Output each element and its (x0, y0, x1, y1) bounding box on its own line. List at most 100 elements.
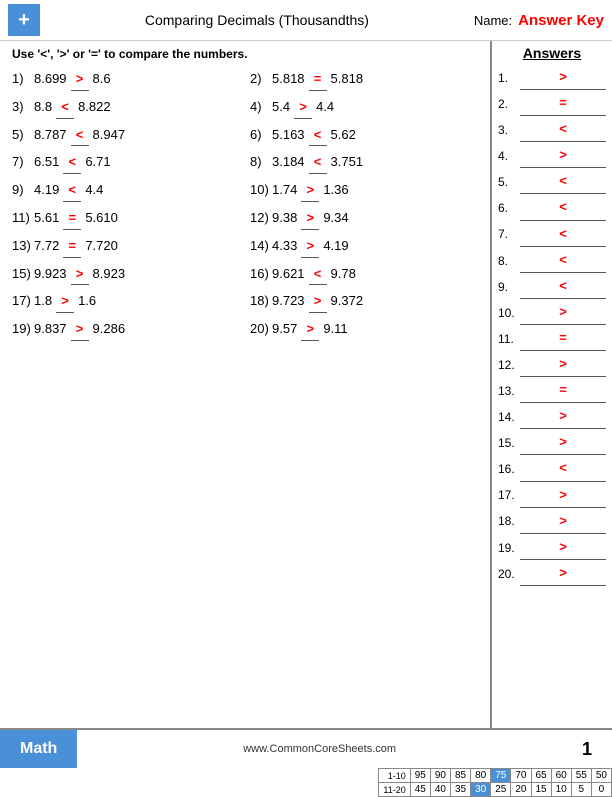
comparison-operator: < (71, 125, 89, 147)
problem-number: 4) (250, 97, 272, 118)
answer-value: > (520, 144, 606, 168)
score-95: 95 (410, 769, 430, 783)
problem-number: 9) (12, 180, 34, 201)
answer-value: > (520, 431, 606, 455)
number-right: 7.720 (85, 236, 118, 257)
problem-item: 15) 9.923 > 8.923 (12, 262, 240, 288)
comparison-operator: > (301, 208, 319, 230)
answers-panel: Answers 1. > 2. = 3. < 4. > 5. < 6. < 7.… (492, 41, 612, 729)
answer-value: > (520, 510, 606, 534)
page-number: 1 (562, 739, 612, 760)
answer-number: 20. (498, 564, 520, 584)
answers-title: Answers (498, 45, 606, 61)
number-left: 8.8 (34, 97, 52, 118)
number-left: 8.699 (34, 69, 67, 90)
score-75: 75 (491, 769, 511, 783)
answer-item: 3. < (498, 117, 606, 143)
answer-value: > (520, 353, 606, 377)
answer-number: 2. (498, 94, 520, 114)
answer-item: 10. > (498, 300, 606, 326)
answer-number: 19. (498, 538, 520, 558)
answer-number: 11. (498, 329, 520, 349)
number-left: 5.61 (34, 208, 59, 229)
answer-value: > (520, 562, 606, 586)
answer-item: 16. < (498, 456, 606, 482)
comparison-operator: > (71, 69, 89, 91)
score-90: 90 (430, 769, 450, 783)
number-right: 4.4 (316, 97, 334, 118)
number-left: 4.19 (34, 180, 59, 201)
problem-item: 8) 3.184 < 3.751 (250, 150, 478, 176)
score-85: 85 (451, 769, 471, 783)
math-label: Math (0, 730, 77, 768)
comparison-operator: < (309, 125, 327, 147)
comparison-operator: < (56, 97, 74, 119)
answer-number: 14. (498, 407, 520, 427)
problem-item: 6) 5.163 < 5.62 (250, 123, 478, 149)
problem-item: 3) 8.8 < 8.822 (12, 95, 240, 121)
number-left: 1.74 (272, 180, 297, 201)
number-right: 5.610 (85, 208, 118, 229)
answer-item: 6. < (498, 195, 606, 221)
score-0: 0 (591, 783, 611, 797)
worksheet-area: Use '<', '>' or '=' to compare the numbe… (0, 41, 492, 729)
number-left: 9.923 (34, 264, 67, 285)
problem-number: 6) (250, 125, 272, 146)
number-right: 8.6 (93, 69, 111, 90)
number-left: 8.787 (34, 125, 67, 146)
number-right: 6.71 (85, 152, 110, 173)
problem-number: 13) (12, 236, 34, 257)
answer-item: 14. > (498, 404, 606, 430)
comparison-operator: > (56, 291, 74, 313)
score-20: 20 (511, 783, 531, 797)
answer-number: 8. (498, 251, 520, 271)
number-left: 5.818 (272, 69, 305, 90)
score-40: 40 (430, 783, 450, 797)
comparison-operator: > (301, 236, 319, 258)
number-right: 8.947 (93, 125, 126, 146)
answer-item: 12. > (498, 352, 606, 378)
problem-number: 11) (12, 208, 34, 229)
answer-item: 8. < (498, 248, 606, 274)
answer-item: 19. > (498, 535, 606, 561)
comparison-operator: > (71, 264, 89, 286)
number-right: 4.19 (323, 236, 348, 257)
number-left: 9.723 (272, 291, 305, 312)
number-right: 3.751 (331, 152, 364, 173)
score-60: 60 (551, 769, 571, 783)
score-row-1: 1-10 95 90 85 80 75 70 65 60 55 50 (379, 769, 612, 783)
problem-item: 19) 9.837 > 9.286 (12, 317, 240, 343)
number-right: 9.286 (93, 319, 126, 340)
score-table: 1-10 95 90 85 80 75 70 65 60 55 50 11-20… (378, 768, 612, 797)
answer-key-label: Answer Key (518, 12, 604, 29)
number-right: 1.6 (78, 291, 96, 312)
answer-value: = (520, 92, 606, 116)
answer-number: 9. (498, 277, 520, 297)
score-15: 15 (531, 783, 551, 797)
problem-number: 19) (12, 319, 34, 340)
number-left: 4.33 (272, 236, 297, 257)
answer-value: < (520, 457, 606, 481)
answer-item: 15. > (498, 430, 606, 456)
answer-value: = (520, 379, 606, 403)
answer-value: < (520, 196, 606, 220)
score-80: 80 (471, 769, 491, 783)
number-left: 9.621 (272, 264, 305, 285)
answer-value: < (520, 223, 606, 247)
number-right: 8.822 (78, 97, 111, 118)
answer-item: 4. > (498, 143, 606, 169)
answer-value: > (520, 66, 606, 90)
answer-item: 2. = (498, 91, 606, 117)
comparison-operator: < (309, 264, 327, 286)
problem-number: 2) (250, 69, 272, 90)
problem-item: 16) 9.621 < 9.78 (250, 262, 478, 288)
problem-item: 10) 1.74 > 1.36 (250, 178, 478, 204)
score-25: 25 (491, 783, 511, 797)
problem-item: 9) 4.19 < 4.4 (12, 178, 240, 204)
answer-number: 4. (498, 146, 520, 166)
answer-value: > (520, 405, 606, 429)
answer-value: < (520, 170, 606, 194)
answer-number: 13. (498, 381, 520, 401)
problem-number: 7) (12, 152, 34, 173)
score-row-2: 11-20 45 40 35 30 25 20 15 10 5 0 (379, 783, 612, 797)
